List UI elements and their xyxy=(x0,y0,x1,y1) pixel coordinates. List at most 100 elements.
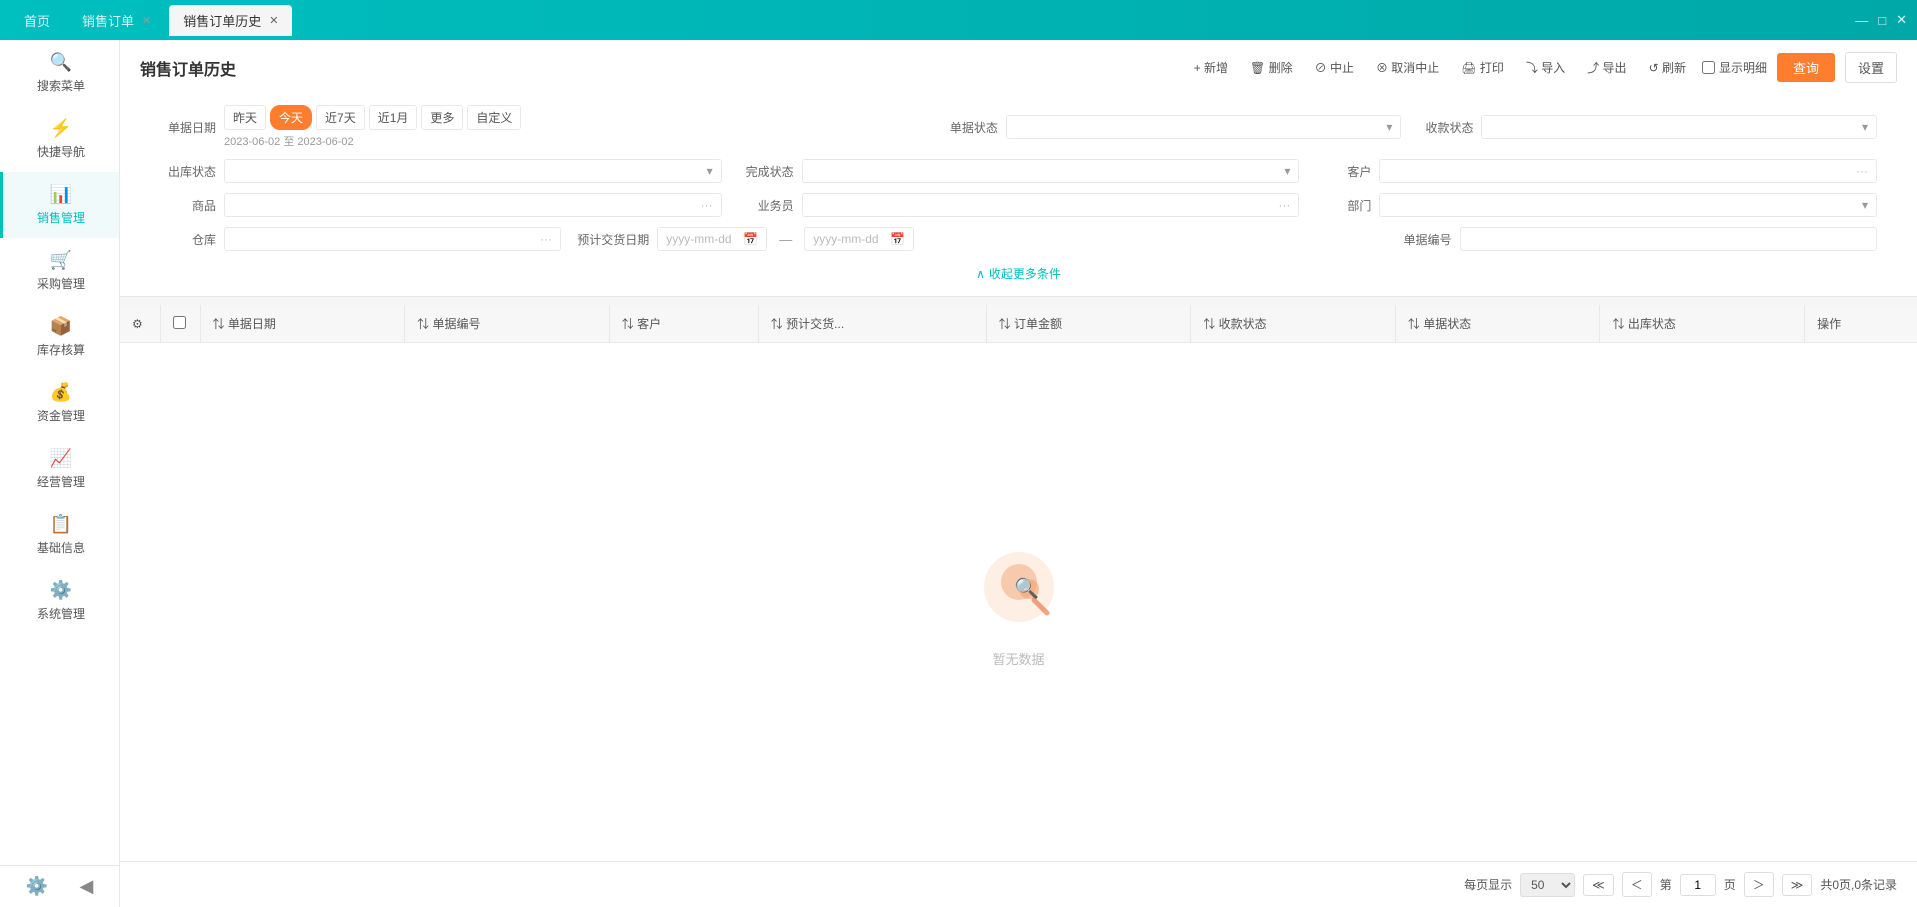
delivery-date-end[interactable]: yyyy-mm-dd 📅 xyxy=(804,227,914,251)
date-chip-last7[interactable]: 近7天 xyxy=(316,105,365,130)
collapse-row[interactable]: ∧ 收起更多条件 xyxy=(160,261,1877,286)
purchase-mgmt-icon: 🛒 xyxy=(50,250,72,271)
department-label: 部门 xyxy=(1315,197,1371,214)
date-chips-row: 昨天 今天 近7天 近1月 更多 自定义 xyxy=(224,105,521,130)
sidebar-collapse-icon[interactable]: ◀ xyxy=(79,876,93,897)
tab-sales-order-history[interactable]: 销售订单历史 ✕ xyxy=(169,5,292,36)
empty-text: 暂无数据 xyxy=(992,649,1044,668)
delete-btn[interactable]: 🗑 删除 xyxy=(1244,55,1299,80)
salesperson-ellipsis[interactable]: ··· xyxy=(1278,198,1290,212)
page-title-row: 销售订单历史 + 新增 🗑 删除 ⊘ 中止 ⊗ 取消中止 🖨 xyxy=(140,52,1897,83)
sidebar-item-base-info[interactable]: 📋 基础信息 xyxy=(0,502,119,568)
query-button[interactable]: 查询 xyxy=(1777,53,1835,82)
receipt-status-select[interactable]: ▾ xyxy=(1481,115,1877,139)
department-select[interactable]: ▾ xyxy=(1379,193,1877,217)
sidebar-item-quick-nav[interactable]: ⚡ 快捷导航 xyxy=(0,106,119,172)
maximize-btn[interactable]: □ xyxy=(1878,13,1886,28)
warehouse-input[interactable]: ··· xyxy=(224,227,561,251)
date-chip-today[interactable]: 今天 xyxy=(270,105,312,130)
select-all-checkbox[interactable] xyxy=(173,316,186,329)
calendar-icon-end[interactable]: 📅 xyxy=(890,232,905,246)
tab-home[interactable]: 首页 xyxy=(10,5,64,36)
last-page-btn[interactable]: ≫ xyxy=(1782,874,1813,896)
prev-page-btn[interactable]: ＜ xyxy=(1622,872,1652,897)
col-settings[interactable]: ⚙ xyxy=(120,305,160,343)
table-container: ⚙ ⇅ 单据日期 ⇅ 单据编号 xyxy=(120,305,1917,907)
completion-status-filter: 完成状态 ▾ xyxy=(738,159,1300,183)
customer-label: 客户 xyxy=(1315,163,1371,180)
sidebar-bottom: ⚙️ ◀ xyxy=(0,865,119,907)
outbound-status-select[interactable]: ▾ xyxy=(224,159,722,183)
close-history-tab[interactable]: ✕ xyxy=(269,14,278,27)
col-actions: 操作 xyxy=(1805,305,1917,343)
sidebar-item-search-menu[interactable]: 🔍 搜索菜单 xyxy=(0,40,119,106)
export-btn[interactable]: ⤴ 导出 xyxy=(1581,55,1632,80)
salesperson-filter: 业务员 ··· xyxy=(738,193,1300,217)
show-detail-input[interactable] xyxy=(1702,61,1715,74)
filter-row-2: 出库状态 ▾ 完成状态 ▾ 客户 xyxy=(160,159,1877,183)
col-outbound-status[interactable]: ⇅ 出库状态 xyxy=(1600,305,1805,343)
inventory-icon: 📦 xyxy=(50,316,72,337)
customer-filter: 客户 ··· xyxy=(1315,159,1877,183)
sidebar-item-operations[interactable]: 📈 经营管理 xyxy=(0,436,119,502)
order-status-arrow: ▾ xyxy=(1386,120,1392,134)
print-btn[interactable]: 🖨 打印 xyxy=(1455,55,1510,80)
close-sales-order-tab[interactable]: ✕ xyxy=(142,14,151,27)
date-chip-custom[interactable]: 自定义 xyxy=(467,105,521,130)
outbound-status-arrow: ▾ xyxy=(707,164,713,178)
show-detail-checkbox[interactable]: 显示明细 xyxy=(1702,59,1767,76)
completion-status-select[interactable]: ▾ xyxy=(802,159,1300,183)
filter-area: 单据日期 昨天 今天 近7天 近1月 更多 自定义 2023-06-02 至 2… xyxy=(140,95,1897,296)
page-header: 销售订单历史 + 新增 🗑 删除 ⊘ 中止 ⊗ 取消中止 🖨 xyxy=(120,40,1917,297)
warehouse-ellipsis[interactable]: ··· xyxy=(540,232,552,246)
col-receipt-status[interactable]: ⇅ 收款状态 xyxy=(1191,305,1396,343)
col-amount[interactable]: ⇅ 订单金额 xyxy=(986,305,1191,343)
date-chip-yesterday[interactable]: 昨天 xyxy=(224,105,266,130)
date-chip-last1m[interactable]: 近1月 xyxy=(369,105,418,130)
refresh-btn[interactable]: ↺ 刷新 xyxy=(1643,55,1692,80)
col-no[interactable]: ⇅ 单据编号 xyxy=(405,305,610,343)
customer-ellipsis[interactable]: ··· xyxy=(1856,164,1868,178)
pagination: 每页显示 50 10 20 100 ≪ ＜ 第 页 ＞ ≫ 共0页,0条记录 xyxy=(120,861,1917,907)
close-btn[interactable]: ✕ xyxy=(1896,12,1907,28)
salesperson-label: 业务员 xyxy=(738,197,794,214)
tab-sales-order[interactable]: 销售订单 ✕ xyxy=(68,5,165,36)
import-btn[interactable]: ⤵ 导入 xyxy=(1520,55,1571,80)
order-status-select[interactable]: ▾ xyxy=(1006,115,1402,139)
delivery-date-start[interactable]: yyyy-mm-dd 📅 xyxy=(657,227,767,251)
product-ellipsis[interactable]: ··· xyxy=(701,198,713,212)
salesperson-input[interactable]: ··· xyxy=(802,193,1300,217)
first-page-btn[interactable]: ≪ xyxy=(1583,874,1614,896)
next-page-btn[interactable]: ＞ xyxy=(1744,872,1774,897)
settings-button[interactable]: 设置 xyxy=(1845,52,1897,83)
filter-row-1: 单据日期 昨天 今天 近7天 近1月 更多 自定义 2023-06-02 至 2… xyxy=(160,105,1877,149)
new-btn[interactable]: + 新增 xyxy=(1188,55,1234,80)
page-size-label: 每页显示 xyxy=(1464,876,1512,893)
empty-state: 🔍 暂无数据 xyxy=(120,343,1917,861)
col-order-status[interactable]: ⇅ 单据状态 xyxy=(1395,305,1600,343)
product-input[interactable]: ··· xyxy=(224,193,722,217)
sidebar-item-sales-mgmt[interactable]: 📊 销售管理 xyxy=(0,172,119,238)
sidebar-item-purchase-mgmt[interactable]: 🛒 采购管理 xyxy=(0,238,119,304)
date-chip-more[interactable]: 更多 xyxy=(421,105,463,130)
delivery-date-label: 预计交货日期 xyxy=(577,231,649,248)
current-page-input[interactable] xyxy=(1680,874,1716,896)
col-customer[interactable]: ⇅ 客户 xyxy=(609,305,758,343)
sidebar-item-inventory[interactable]: 📦 库存核算 xyxy=(0,304,119,370)
minimize-btn[interactable]: — xyxy=(1855,13,1868,28)
cancel-stop-btn[interactable]: ⊗ 取消中止 xyxy=(1370,55,1445,80)
col-checkbox[interactable] xyxy=(160,305,200,343)
col-date[interactable]: ⇅ 单据日期 xyxy=(200,305,405,343)
order-no-input[interactable] xyxy=(1460,227,1877,251)
top-bar: 首页 销售订单 ✕ 销售订单历史 ✕ — □ ✕ xyxy=(0,0,1917,40)
customer-input[interactable]: ··· xyxy=(1379,159,1877,183)
page-size-select[interactable]: 50 10 20 100 xyxy=(1520,873,1575,897)
calendar-icon-start[interactable]: 📅 xyxy=(743,232,758,246)
sidebar-item-finance[interactable]: 💰 资金管理 xyxy=(0,370,119,436)
col-expected-delivery[interactable]: ⇅ 预计交货... xyxy=(758,305,986,343)
department-arrow: ▾ xyxy=(1862,198,1868,212)
stop-btn[interactable]: ⊘ 中止 xyxy=(1309,55,1360,80)
sidebar-item-sys-mgmt[interactable]: ⚙️ 系统管理 xyxy=(0,568,119,634)
collapse-arrow-icon: ∧ xyxy=(976,267,985,281)
sidebar-settings-icon[interactable]: ⚙️ xyxy=(26,876,48,897)
